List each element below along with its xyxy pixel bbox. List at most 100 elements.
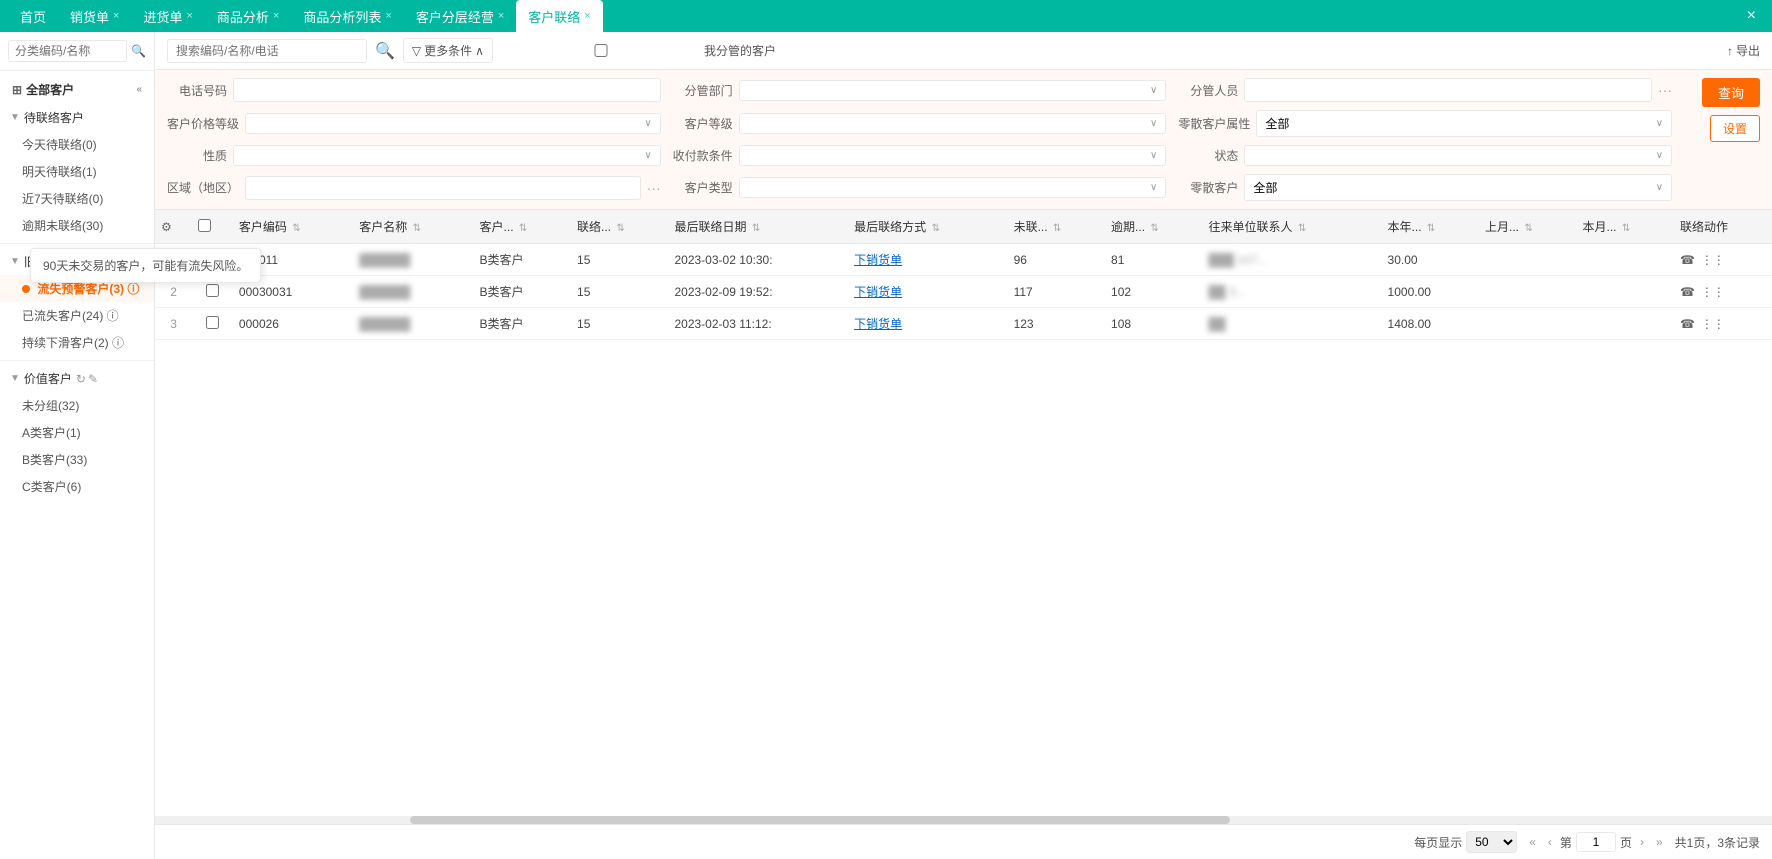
query-button[interactable]: 查询 xyxy=(1702,78,1760,107)
manager-input[interactable] xyxy=(1244,78,1652,102)
col-checkbox xyxy=(192,210,233,244)
contact-icon-3[interactable]: ☎ xyxy=(1680,317,1695,331)
nav-sales[interactable]: 销货单 × xyxy=(58,0,131,32)
more-actions-icon-1[interactable]: ⋮⋮ xyxy=(1701,253,1725,267)
row-code-3[interactable]: 000026 xyxy=(233,308,353,340)
sidebar-item-class-c[interactable]: C类客户(6) xyxy=(0,473,154,500)
row-checkbox-3[interactable] xyxy=(192,308,233,340)
nav-product-list[interactable]: 商品分析列表 × xyxy=(291,0,403,32)
col-last-date[interactable]: 最后联络日期 ⇅ xyxy=(668,210,848,244)
row-last-method-1[interactable]: 下销货单 xyxy=(848,244,1007,276)
row-contact-2: 15 xyxy=(571,276,668,308)
nav-customer-tier[interactable]: 客户分层经营 × xyxy=(404,0,516,32)
sidebar-item-overdue-contact[interactable]: 逾期未联络(30) xyxy=(0,212,154,239)
customer-grade-label: 客户等级 xyxy=(673,115,733,132)
status-select[interactable]: ∨ xyxy=(1244,145,1672,166)
nav-sales-close[interactable]: × xyxy=(113,10,119,22)
phone-input[interactable] xyxy=(233,78,661,102)
payment-select[interactable]: ∨ xyxy=(739,145,1167,166)
edit-icon[interactable]: ✎ xyxy=(88,372,98,386)
sidebar-item-class-a[interactable]: A类客户(1) xyxy=(0,419,154,446)
filter-payment: 收付款条件 ∨ xyxy=(673,145,1167,166)
row-last-month-1 xyxy=(1479,244,1576,276)
col-last-month[interactable]: 上月... ⇅ xyxy=(1479,210,1576,244)
settings-button[interactable]: 设置 xyxy=(1710,115,1760,142)
col-gear[interactable]: ⚙ xyxy=(155,210,192,244)
prev-page-button[interactable]: ‹ xyxy=(1544,834,1556,850)
sidebar-search-input[interactable] xyxy=(8,40,127,62)
region-dots-button[interactable]: ··· xyxy=(647,180,661,196)
nav-customer-contact[interactable]: 客户联络 × xyxy=(516,0,602,32)
col-type[interactable]: 客户... ⇅ xyxy=(474,210,571,244)
row-last-method-2[interactable]: 下销货单 xyxy=(848,276,1007,308)
customer-type-select[interactable]: ∨ xyxy=(739,177,1167,198)
region-input[interactable] xyxy=(245,176,641,200)
sidebar-item-today[interactable]: 今天待联络(0) xyxy=(0,131,154,158)
sidebar-item-tomorrow[interactable]: 明天待联络(1) xyxy=(0,158,154,185)
price-grade-select[interactable]: ∨ xyxy=(245,113,661,134)
search-input[interactable] xyxy=(167,39,367,63)
nav-product-analysis[interactable]: 商品分析 × xyxy=(205,0,291,32)
col-unit-contact[interactable]: 往来单位联系人 ⇅ xyxy=(1203,210,1382,244)
first-page-button[interactable]: « xyxy=(1525,834,1540,850)
scroll-thumb[interactable] xyxy=(410,816,1230,824)
row-check-3[interactable] xyxy=(206,316,219,329)
nature-select[interactable]: ∨ xyxy=(233,145,661,166)
more-actions-icon-3[interactable]: ⋮⋮ xyxy=(1701,317,1725,331)
sidebar-item-class-b[interactable]: B类客户(33) xyxy=(0,446,154,473)
nav-product-analysis-close[interactable]: × xyxy=(273,10,279,22)
col-contact-count[interactable]: 联络... ⇅ xyxy=(571,210,668,244)
dept-select[interactable]: ∨ xyxy=(739,80,1167,101)
nav-product-list-close[interactable]: × xyxy=(385,10,391,22)
nav-purchase-close[interactable]: × xyxy=(186,10,192,22)
churn-warning-label: 流失预警客户(3) ⓘ xyxy=(37,282,139,296)
sidebar-search-icon[interactable]: 🔍 xyxy=(131,44,146,58)
retail-customer-select[interactable]: 全部 ∨ xyxy=(1244,174,1672,201)
nav-customer-contact-close[interactable]: × xyxy=(584,10,590,22)
sidebar-section-pending[interactable]: ▼ 待联络客户 xyxy=(0,104,154,131)
col-this-month[interactable]: 本月... ⇅ xyxy=(1576,210,1673,244)
page-number-input[interactable] xyxy=(1576,832,1616,852)
search-button[interactable]: 🔍 xyxy=(375,41,395,61)
refresh-icon[interactable]: ↻ xyxy=(76,372,86,386)
select-all-checkbox[interactable] xyxy=(198,219,211,232)
row-last-method-3[interactable]: 下销货单 xyxy=(848,308,1007,340)
contact-icon-1[interactable]: ☎ xyxy=(1680,253,1695,267)
sidebar-item-week[interactable]: 近7天待联络(0) xyxy=(0,185,154,212)
more-actions-icon-2[interactable]: ⋮⋮ xyxy=(1701,285,1725,299)
customer-grade-select[interactable]: ∨ xyxy=(739,113,1167,134)
gear-icon[interactable]: ⚙ xyxy=(161,220,172,234)
nav-purchase[interactable]: 进货单 × xyxy=(131,0,204,32)
window-close-button[interactable]: × xyxy=(1739,7,1764,25)
col-overdue[interactable]: 逾期... ⇅ xyxy=(1105,210,1202,244)
col-code[interactable]: 客户编码 ⇅ xyxy=(233,210,353,244)
sidebar-all-customers[interactable]: ⊞ 全部客户 « xyxy=(0,75,154,104)
col-name[interactable]: 客户名称 ⇅ xyxy=(353,210,473,244)
sidebar-item-churned[interactable]: 已流失客户(24) ⓘ xyxy=(0,302,154,329)
next-page-button[interactable]: › xyxy=(1636,834,1648,850)
row-type-2: B类客户 xyxy=(474,276,571,308)
last-page-button[interactable]: » xyxy=(1652,834,1667,850)
per-page-select[interactable]: 50 20 100 xyxy=(1466,831,1517,853)
col-uncontacted[interactable]: 未联... ⇅ xyxy=(1008,210,1105,244)
col-this-year[interactable]: 本年... ⇅ xyxy=(1382,210,1479,244)
export-button[interactable]: ↑ 导出 xyxy=(1727,42,1760,59)
retail-attr-select[interactable]: 全部 ∨ xyxy=(1256,110,1672,137)
sidebar-item-ungrouped[interactable]: 未分组(32) xyxy=(0,392,154,419)
nav-home[interactable]: 首页 xyxy=(8,0,58,32)
more-conditions-button[interactable]: ▽ 更多条件 ∧ xyxy=(403,38,493,63)
contact-icon-2[interactable]: ☎ xyxy=(1680,285,1695,299)
sidebar-section-value[interactable]: ▼ 价值客户 ↻ ✎ xyxy=(0,365,154,392)
manager-dots-button[interactable]: ··· xyxy=(1658,82,1672,98)
row-check-2[interactable] xyxy=(206,284,219,297)
retail-attr-arrow-icon: ∨ xyxy=(1656,118,1663,129)
sidebar-item-declining[interactable]: 持续下滑客户(2) ⓘ xyxy=(0,329,154,356)
my-customer-checkbox[interactable]: 我分管的客户 xyxy=(501,42,776,59)
row-contact2-blurred-2: ██ 3... xyxy=(1209,285,1246,299)
row-actions-2: ☎ ⋮⋮ xyxy=(1674,276,1772,308)
nav-customer-tier-close[interactable]: × xyxy=(498,10,504,22)
col-last-method[interactable]: 最后联络方式 ⇅ xyxy=(848,210,1007,244)
my-customer-check[interactable] xyxy=(501,44,701,57)
horizontal-scrollbar[interactable] xyxy=(155,816,1772,824)
col-type-label: 客户... xyxy=(480,220,514,234)
